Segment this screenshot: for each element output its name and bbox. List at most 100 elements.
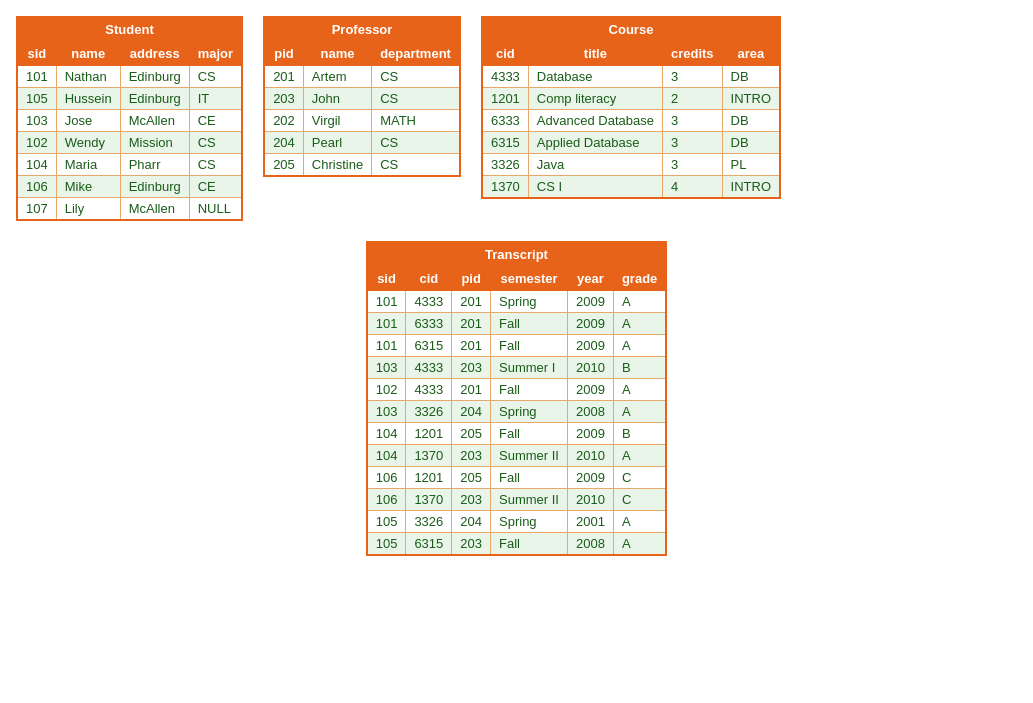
student-cell-2-2: McAllen	[120, 110, 189, 132]
course-table: Course cidtitlecreditsarea 4333Database3…	[481, 16, 781, 199]
table-row: 203JohnCS	[264, 88, 460, 110]
course-cell-4-3: PL	[722, 154, 780, 176]
transcript-cell-6-0: 104	[367, 423, 406, 445]
transcript-cell-5-1: 3326	[406, 401, 452, 423]
student-cell-1-1: Hussein	[56, 88, 120, 110]
course-cell-2-3: DB	[722, 110, 780, 132]
transcript-cell-3-2: 203	[452, 357, 491, 379]
transcript-cell-9-4: 2010	[567, 489, 613, 511]
table-row: 1016315201Fall2009A	[367, 335, 667, 357]
transcript-cell-7-5: A	[613, 445, 666, 467]
transcript-cell-0-2: 201	[452, 291, 491, 313]
transcript-cell-0-5: A	[613, 291, 666, 313]
student-cell-0-2: Edinburg	[120, 66, 189, 88]
transcript-cell-2-4: 2009	[567, 335, 613, 357]
transcript-cell-7-2: 203	[452, 445, 491, 467]
transcript-cell-1-2: 201	[452, 313, 491, 335]
transcript-cell-3-4: 2010	[567, 357, 613, 379]
table-row: 1053326204Spring2001A	[367, 511, 667, 533]
table-row: 205ChristineCS	[264, 154, 460, 177]
transcript-cell-4-2: 201	[452, 379, 491, 401]
transcript-cell-0-1: 4333	[406, 291, 452, 313]
transcript-cell-3-1: 4333	[406, 357, 452, 379]
professor-title: Professor	[264, 17, 460, 42]
professor-cell-0-0: 201	[264, 66, 303, 88]
professor-col-pid: pid	[264, 42, 303, 66]
transcript-cell-2-0: 101	[367, 335, 406, 357]
course-cell-5-3: INTRO	[722, 176, 780, 199]
student-cell-4-0: 104	[17, 154, 56, 176]
student-cell-3-2: Mission	[120, 132, 189, 154]
table-row: 1061201205Fall2009C	[367, 467, 667, 489]
transcript-cell-5-2: 204	[452, 401, 491, 423]
student-cell-4-1: Maria	[56, 154, 120, 176]
transcript-col-semester: semester	[491, 267, 568, 291]
transcript-cell-0-4: 2009	[567, 291, 613, 313]
course-col-title: title	[528, 42, 662, 66]
transcript-cell-2-1: 6315	[406, 335, 452, 357]
student-cell-6-1: Lily	[56, 198, 120, 221]
student-cell-4-2: Pharr	[120, 154, 189, 176]
professor-cell-1-0: 203	[264, 88, 303, 110]
table-row: 6333Advanced Database3DB	[482, 110, 780, 132]
transcript-cell-10-1: 3326	[406, 511, 452, 533]
transcript-cell-8-4: 2009	[567, 467, 613, 489]
transcript-cell-11-5: A	[613, 533, 666, 556]
student-cell-1-3: IT	[189, 88, 242, 110]
transcript-cell-8-0: 106	[367, 467, 406, 489]
student-cell-0-0: 101	[17, 66, 56, 88]
transcript-cell-4-0: 102	[367, 379, 406, 401]
transcript-cell-0-0: 101	[367, 291, 406, 313]
table-row: 1370CS I4INTRO	[482, 176, 780, 199]
transcript-cell-11-3: Fall	[491, 533, 568, 556]
professor-cell-3-0: 204	[264, 132, 303, 154]
student-cell-3-1: Wendy	[56, 132, 120, 154]
table-row: 1061370203Summer II2010C	[367, 489, 667, 511]
course-cell-0-0: 4333	[482, 66, 528, 88]
transcript-cell-1-4: 2009	[567, 313, 613, 335]
transcript-col-pid: pid	[452, 267, 491, 291]
professor-cell-4-0: 205	[264, 154, 303, 177]
transcript-cell-8-5: C	[613, 467, 666, 489]
course-cell-3-0: 6315	[482, 132, 528, 154]
transcript-cell-4-4: 2009	[567, 379, 613, 401]
transcript-cell-1-3: Fall	[491, 313, 568, 335]
course-cell-2-0: 6333	[482, 110, 528, 132]
table-row: 1024333201Fall2009A	[367, 379, 667, 401]
table-row: 101NathanEdinburgCS	[17, 66, 242, 88]
student-cell-3-3: CS	[189, 132, 242, 154]
transcript-cell-9-5: C	[613, 489, 666, 511]
course-cell-1-2: 2	[662, 88, 722, 110]
transcript-cell-8-2: 205	[452, 467, 491, 489]
transcript-cell-7-0: 104	[367, 445, 406, 467]
transcript-cell-6-3: Fall	[491, 423, 568, 445]
student-cell-2-3: CE	[189, 110, 242, 132]
table-row: 1034333203Summer I2010B	[367, 357, 667, 379]
course-cell-4-0: 3326	[482, 154, 528, 176]
transcript-cell-6-5: B	[613, 423, 666, 445]
transcript-cell-7-1: 1370	[406, 445, 452, 467]
transcript-cell-9-1: 1370	[406, 489, 452, 511]
course-cell-4-1: Java	[528, 154, 662, 176]
professor-col-name: name	[303, 42, 371, 66]
transcript-cell-3-3: Summer I	[491, 357, 568, 379]
transcript-cell-11-1: 6315	[406, 533, 452, 556]
student-cell-5-1: Mike	[56, 176, 120, 198]
professor-cell-3-2: CS	[372, 132, 460, 154]
transcript-cell-4-1: 4333	[406, 379, 452, 401]
table-row: 204PearlCS	[264, 132, 460, 154]
table-row: 1016333201Fall2009A	[367, 313, 667, 335]
professor-cell-4-2: CS	[372, 154, 460, 177]
table-row: 6315Applied Database3DB	[482, 132, 780, 154]
transcript-cell-6-2: 205	[452, 423, 491, 445]
transcript-cell-9-3: Summer II	[491, 489, 568, 511]
table-row: 4333Database3DB	[482, 66, 780, 88]
professor-cell-2-2: MATH	[372, 110, 460, 132]
transcript-cell-0-3: Spring	[491, 291, 568, 313]
transcript-cell-6-4: 2009	[567, 423, 613, 445]
course-cell-2-1: Advanced Database	[528, 110, 662, 132]
student-cell-1-2: Edinburg	[120, 88, 189, 110]
transcript-cell-9-2: 203	[452, 489, 491, 511]
student-cell-0-1: Nathan	[56, 66, 120, 88]
course-col-area: area	[722, 42, 780, 66]
